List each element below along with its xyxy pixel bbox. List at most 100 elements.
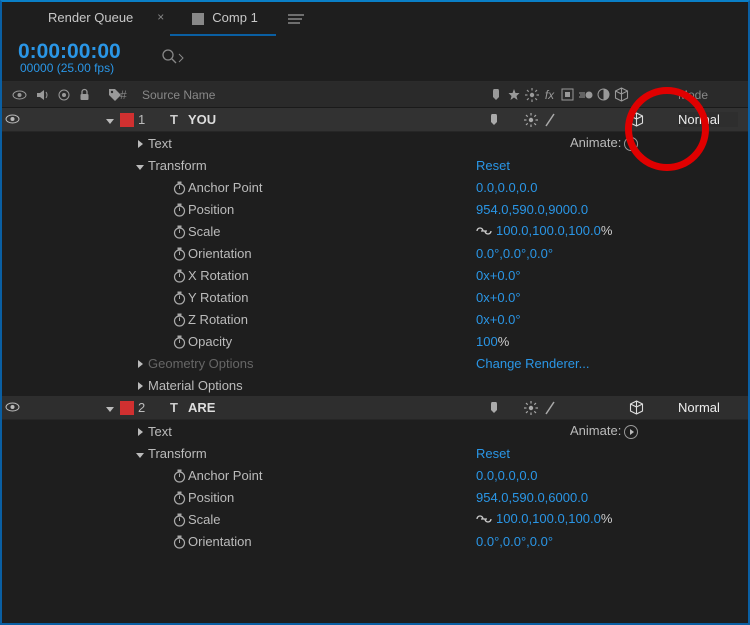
change-renderer-link[interactable]: Change Renderer... (476, 356, 589, 371)
stopwatch-icon[interactable] (170, 533, 188, 549)
animate-label: Animate: (570, 135, 621, 150)
animate-label: Animate: (570, 423, 621, 438)
prop-value[interactable]: 0.0°,0.0°,0.0° (476, 534, 553, 549)
twirl-layer[interactable] (102, 112, 118, 127)
timecode[interactable]: 0:00:00:00 (12, 41, 131, 62)
cube-3d-icon[interactable] (614, 87, 629, 102)
transform-group[interactable]: Transform Reset (2, 154, 748, 176)
shy-switch-icon[interactable] (488, 87, 503, 102)
text-group[interactable]: Text Animate: (2, 132, 748, 154)
twirl-layer[interactable] (102, 400, 118, 415)
slash-switch[interactable] (542, 112, 557, 127)
close-icon[interactable]: × (151, 2, 170, 36)
search-input[interactable] (161, 47, 185, 64)
stopwatch-icon[interactable] (170, 201, 188, 217)
prop-value[interactable]: 0.0°,0.0°,0.0° (476, 246, 553, 261)
slash-switch[interactable] (542, 400, 557, 415)
layer-color-chip[interactable] (120, 113, 134, 127)
comp-color-icon (192, 13, 204, 25)
text-layer-icon: T (160, 112, 188, 127)
prop-position: Position 954.0,590.0,9000.0 (2, 198, 748, 220)
layer-color-chip[interactable] (120, 401, 134, 415)
layer-row[interactable]: 1 T YOU Normal (2, 108, 748, 132)
layer-3d-switch[interactable] (629, 400, 644, 415)
shy-switch[interactable] (486, 400, 501, 415)
prop-x-rotation: X Rotation 0x+0.0° (2, 264, 748, 286)
prop-scale: Scale 100.0,100.0,100.0% (2, 220, 748, 242)
star-icon[interactable] (506, 87, 521, 102)
frame-blend-icon[interactable] (560, 87, 575, 102)
tab-render-queue[interactable]: Render Queue (30, 2, 151, 36)
stopwatch-icon[interactable] (170, 467, 188, 483)
prop-anchor-point: Anchor Point 0.0,0.0,0.0 (2, 464, 748, 486)
stopwatch-icon[interactable] (170, 333, 188, 349)
prop-scale: Scale 100.0,100.0,100.0% (2, 508, 748, 530)
layer-name[interactable]: ARE (188, 400, 486, 415)
layer-number: 1 (138, 112, 160, 127)
column-source-name[interactable]: Source Name (142, 88, 488, 102)
shy-switch[interactable] (486, 112, 501, 127)
prop-value[interactable]: 0.0,0.0,0.0 (476, 468, 537, 483)
eye-toggle[interactable] (2, 400, 22, 415)
stopwatch-icon[interactable] (170, 267, 188, 283)
prop-value[interactable]: 0x+0.0° (476, 312, 521, 327)
stopwatch-icon[interactable] (170, 245, 188, 261)
stopwatch-icon[interactable] (170, 511, 188, 527)
eye-toggle[interactable] (2, 112, 22, 127)
layer-number: 2 (138, 400, 160, 415)
reset-button[interactable]: Reset (476, 446, 510, 461)
chain-link-icon[interactable] (476, 512, 492, 527)
blend-mode-select[interactable]: Normal (678, 400, 738, 415)
animate-button[interactable] (624, 425, 638, 439)
column-mode[interactable]: Mode (678, 88, 748, 102)
prop-value[interactable]: 954.0,590.0,6000.0 (476, 490, 588, 505)
prop-value[interactable]: 0.0,0.0,0.0 (476, 180, 537, 195)
stopwatch-icon[interactable] (170, 489, 188, 505)
transform-group[interactable]: Transform Reset (2, 442, 748, 464)
prop-value[interactable]: 954.0,590.0,9000.0 (476, 202, 588, 217)
frame-number: 00000 (20, 61, 53, 75)
stopwatch-icon[interactable] (170, 179, 188, 195)
adjustment-icon[interactable] (596, 87, 611, 102)
time-row: 0:00:00:00 00000 (25.00 fps) (2, 36, 748, 82)
prop-position: Position 954.0,590.0,6000.0 (2, 486, 748, 508)
prop-y-rotation: Y Rotation 0x+0.0° (2, 286, 748, 308)
prop-opacity: Opacity 100% (2, 330, 748, 352)
prop-orientation: Orientation 0.0°,0.0°,0.0° (2, 242, 748, 264)
prop-value[interactable]: 0x+0.0° (476, 268, 521, 283)
prop-anchor-point: Anchor Point 0.0,0.0,0.0 (2, 176, 748, 198)
sun-icon[interactable] (524, 87, 539, 102)
prop-value[interactable]: 100.0,100.0,100.0% (476, 223, 612, 239)
tab-bar: Render Queue × Comp 1 (2, 2, 748, 36)
stopwatch-icon[interactable] (170, 289, 188, 305)
panel-menu-icon[interactable] (276, 2, 316, 36)
chain-link-icon[interactable] (476, 224, 492, 239)
lock-header-icon[interactable] (79, 87, 90, 102)
material-options[interactable]: Material Options (2, 374, 748, 396)
prop-value[interactable]: 0x+0.0° (476, 290, 521, 305)
column-number[interactable]: # (120, 88, 142, 102)
solo-header-icon[interactable] (58, 87, 70, 102)
text-layer-icon: T (160, 400, 188, 415)
eye-header-icon[interactable] (12, 87, 27, 102)
column-header: # Source Name fx Mode (2, 82, 748, 108)
geometry-options[interactable]: Geometry Options Change Renderer... (2, 352, 748, 374)
stopwatch-icon[interactable] (170, 223, 188, 239)
reset-button[interactable]: Reset (476, 158, 510, 173)
stopwatch-icon[interactable] (170, 311, 188, 327)
prop-value[interactable]: 100% (476, 334, 509, 349)
animate-button[interactable] (624, 137, 638, 151)
motion-blur-icon[interactable] (578, 87, 593, 102)
prop-z-rotation: Z Rotation 0x+0.0° (2, 308, 748, 330)
speaker-header-icon[interactable] (36, 87, 49, 102)
layer-row[interactable]: 2 T ARE Normal (2, 396, 748, 420)
layer-name[interactable]: YOU (188, 112, 486, 127)
layer-3d-switch[interactable] (629, 112, 644, 127)
fx-icon[interactable]: fx (542, 87, 557, 102)
prop-value[interactable]: 100.0,100.0,100.0% (476, 511, 612, 527)
blend-mode-select[interactable]: Normal (678, 112, 738, 127)
text-group[interactable]: Text Animate: (2, 420, 748, 442)
quality-switch[interactable] (523, 400, 538, 415)
tab-comp[interactable]: Comp 1 (170, 2, 276, 36)
quality-switch[interactable] (523, 112, 538, 127)
